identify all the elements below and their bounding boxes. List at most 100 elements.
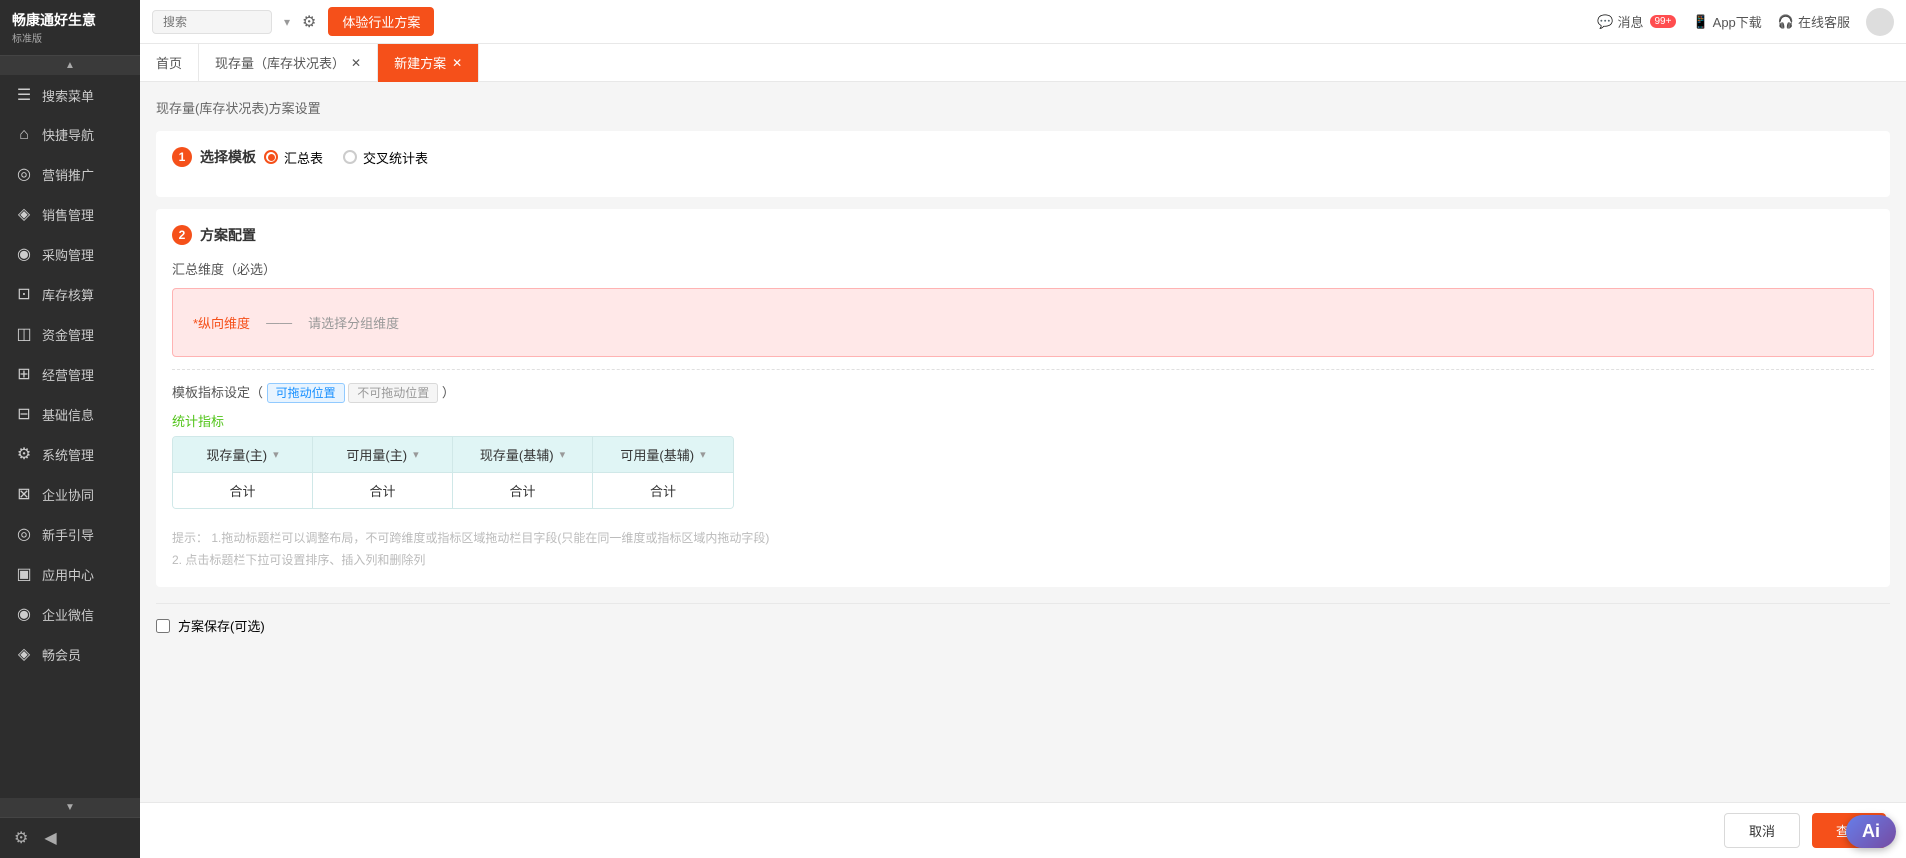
stats-col-header-label-3: 可用量(基辅) [620,445,694,464]
tab-new-scheme[interactable]: 新建方案 ✕ [378,44,479,82]
stats-col-header-2[interactable]: 现存量(基辅) ▾ [453,437,592,473]
sidebar-item-label: 应用中心 [42,565,94,584]
tab-inventory-status[interactable]: 现存量（库存状况表） ✕ [199,44,378,82]
col-dropdown-icon-3[interactable]: ▾ [700,448,706,461]
radio-summary-circle [264,150,278,164]
sidebar-item-marketing[interactable]: ◎ 营销推广 [0,154,140,194]
sidebar-item-quick-nav[interactable]: ⌂ 快捷导航 [0,115,140,154]
operations-icon: ⊞ [14,364,34,384]
experience-btn[interactable]: 体验行业方案 [328,7,434,36]
section-divider [172,369,1874,370]
stats-table-header: 现存量(主) ▾ 合计 可用量(主) ▾ 合计 [173,437,733,508]
stats-col-header-3[interactable]: 可用量(基辅) ▾ [593,437,733,473]
hint-line-1: 提示： 1.拖动标题栏可以调整布局，不可跨维度或指标区域拖动栏目字段(只能在同一… [172,528,1874,550]
cancel-button[interactable]: 取消 [1724,813,1800,848]
tab-home-label: 首页 [156,53,182,72]
app-center-icon: ▣ [14,564,34,584]
sidebar-item-operations[interactable]: ⊞ 经营管理 [0,354,140,394]
hint-line-2: 2. 点击标题栏下拉可设置排序、插入列和删除列 [172,550,1874,572]
topbar-right: 💬 消息 99+ 📱 App下载 🎧 在线客服 [1597,8,1894,36]
search-input[interactable] [152,10,272,34]
stats-col-3: 可用量(基辅) ▾ 合计 [593,437,733,508]
sidebar-item-purchase[interactable]: ◉ 采购管理 [0,234,140,274]
avatar[interactable] [1866,8,1894,36]
sidebar-item-sales[interactable]: ◈ 销售管理 [0,194,140,234]
step1-title: 选择模板 [200,147,256,167]
vertical-dimension-label: *纵向维度 [193,313,250,332]
app-download-icon: 📱 [1692,14,1708,30]
sidebar-item-search-menu[interactable]: ☰ 搜索菜单 [0,75,140,115]
sidebar-item-inventory[interactable]: ⊡ 库存核算 [0,274,140,314]
message-label: 消息 [1617,12,1643,31]
sidebar-item-company[interactable]: ⊠ 企业协同 [0,474,140,514]
sidebar-item-label: 畅会员 [42,645,81,664]
newbie-icon: ◎ [14,524,34,544]
sidebar-scroll-down[interactable]: ▼ [0,798,140,817]
stats-col-2: 现存量(基辅) ▾ 合计 [453,437,593,508]
vip-icon: ◈ [14,644,34,664]
sidebar-item-label: 新手引导 [42,525,94,544]
sidebar-scroll-up[interactable]: ▲ [0,56,140,75]
finance-icon: ◫ [14,324,34,344]
headset-icon: 🎧 [1778,14,1794,30]
radio-summary-label: 汇总表 [284,148,323,167]
step2-section: 2 方案配置 汇总维度（必选） *纵向维度 —— 请选择分组维度 模板指标设定（… [156,209,1890,587]
message-badge: 99+ [1650,15,1677,28]
sidebar-item-vip[interactable]: ◈ 畅会员 [0,634,140,674]
stats-col-header-1[interactable]: 可用量(主) ▾ [313,437,452,473]
sidebar-item-wechat[interactable]: ◉ 企业微信 [0,594,140,634]
inventory-icon: ⊡ [14,284,34,304]
app-title: 畅康通好生意 [12,10,128,30]
settings-gear-icon[interactable]: ⚙ [302,12,316,32]
col-dropdown-icon-2[interactable]: ▾ [560,448,566,461]
dimension-box[interactable]: *纵向维度 —— 请选择分组维度 [172,288,1874,357]
settings-icon[interactable]: ⚙ [14,828,28,848]
template-radio-group: 汇总表 交叉统计表 [264,148,428,167]
radio-cross[interactable]: 交叉统计表 [343,148,428,167]
ai-float-button[interactable]: Ai [1846,815,1896,848]
sound-icon[interactable]: ◀ [44,828,56,848]
company-icon: ⊠ [14,484,34,504]
tab-inventory-status-close-icon[interactable]: ✕ [351,56,361,70]
online-service-item[interactable]: 🎧 在线客服 [1778,12,1850,31]
col-dropdown-icon-0[interactable]: ▾ [273,448,279,461]
step1-section: 1 选择模板 汇总表 交叉统计表 [156,131,1890,197]
sidebar-item-newbie[interactable]: ◎ 新手引导 [0,514,140,554]
dimension-dash: —— [266,315,292,330]
stats-col-1: 可用量(主) ▾ 合计 [313,437,453,508]
topbar: ▾ ⚙ 体验行业方案 💬 消息 99+ 📱 App下载 🎧 在线客服 [140,0,1906,44]
save-scheme-checkbox[interactable] [156,619,170,633]
basic-info-icon: ⊟ [14,404,34,424]
hint-section: 提示： 1.拖动标题栏可以调整布局，不可跨维度或指标区域拖动栏目字段(只能在同一… [172,528,1874,571]
message-item[interactable]: 💬 消息 99+ [1597,12,1676,31]
tab-home[interactable]: 首页 [140,44,199,82]
search-chevron-icon[interactable]: ▾ [284,15,290,29]
sidebar-item-finance[interactable]: ◫ 资金管理 [0,314,140,354]
app-download-item[interactable]: 📱 App下载 [1692,12,1761,31]
tab-new-scheme-close-icon[interactable]: ✕ [452,56,462,70]
sidebar-item-label: 企业协同 [42,485,94,504]
radio-cross-circle [343,150,357,164]
sidebar-item-label: 销售管理 [42,205,94,224]
sidebar-item-label: 企业微信 [42,605,94,624]
app-logo: 畅康通好生意 标准版 [0,0,140,56]
col-dropdown-icon-1[interactable]: ▾ [413,448,419,461]
sidebar-item-label: 系统管理 [42,445,94,464]
step2-badge: 2 [172,225,192,245]
online-service-label: 在线客服 [1798,12,1850,31]
radio-summary[interactable]: 汇总表 [264,148,323,167]
sidebar-item-basic-info[interactable]: ⊟ 基础信息 [0,394,140,434]
purchase-icon: ◉ [14,244,34,264]
sidebar-item-label: 基础信息 [42,405,94,424]
tabs-bar: 首页 现存量（库存状况表） ✕ 新建方案 ✕ [140,44,1906,82]
app-download-label: App下载 [1713,12,1762,31]
stats-col-header-0[interactable]: 现存量(主) ▾ [173,437,312,473]
sidebar-footer: ⚙ ◀ [0,817,140,858]
stats-col-body-1: 合计 [313,473,452,508]
sidebar-item-system[interactable]: ⚙ 系统管理 [0,434,140,474]
content-area: 现存量(库存状况表)方案设置 1 选择模板 汇总表 交叉统计表 [140,82,1906,802]
dimension-label: 汇总维度（必选） [172,259,1874,278]
stats-table: 现存量(主) ▾ 合计 可用量(主) ▾ 合计 [172,436,734,509]
message-icon: 💬 [1597,14,1613,30]
sidebar-item-app-center[interactable]: ▣ 应用中心 [0,554,140,594]
